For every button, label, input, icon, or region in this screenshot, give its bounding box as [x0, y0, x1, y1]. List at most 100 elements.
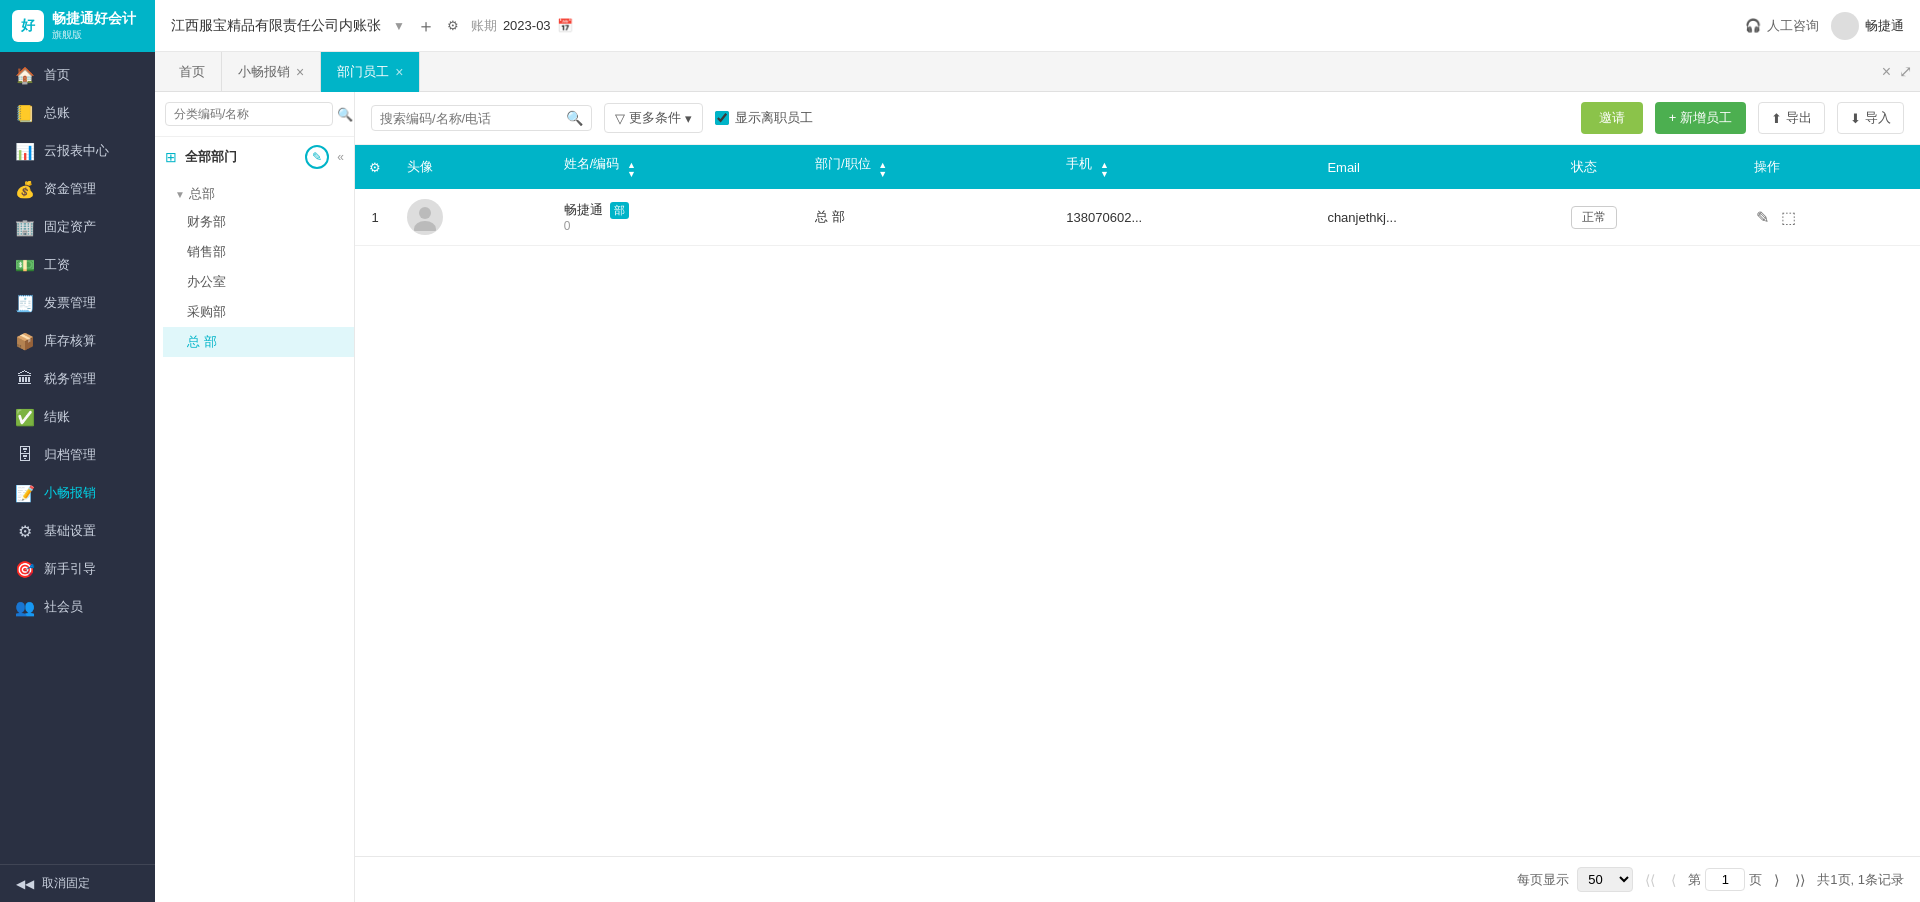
- sidebar-item-tax[interactable]: 🏛 税务管理: [0, 360, 155, 398]
- sidebar-item-guide[interactable]: 🎯 新手引导: [0, 550, 155, 588]
- tabs-right-actions: × ⤢: [1882, 62, 1912, 81]
- employee-search-box: 🔍: [371, 105, 592, 131]
- guide-icon: 🎯: [16, 560, 34, 578]
- sidebar-item-settings[interactable]: ⚙ 基础设置: [0, 512, 155, 550]
- name-sort-icon[interactable]: ▲▼: [627, 161, 636, 179]
- support-button[interactable]: 🎧 人工咨询: [1745, 17, 1819, 35]
- department-panel: 🔍 ⊞ 全部部门 ✎ « ▼ 总部 财务部 销售部 办公室 采购部: [155, 92, 355, 902]
- export-button[interactable]: ⬆ 导出: [1758, 102, 1825, 134]
- invite-button[interactable]: 邀请: [1581, 102, 1643, 134]
- import-button[interactable]: ⬇ 导入: [1837, 102, 1904, 134]
- dept-search-input[interactable]: [165, 102, 333, 126]
- col-dept[interactable]: 部门/职位 ▲▼: [803, 145, 1054, 189]
- company-name[interactable]: 江西服宝精品有限责任公司内账张: [171, 17, 381, 35]
- sidebar-item-members[interactable]: 👥 社会员: [0, 588, 155, 626]
- export-icon: ⬆: [1771, 111, 1782, 126]
- period-display: 账期 2023-03 📅: [471, 17, 573, 35]
- col-phone[interactable]: 手机 ▲▼: [1054, 145, 1315, 189]
- user-menu[interactable]: 畅捷通: [1831, 12, 1904, 40]
- page-input-group: 第 页: [1688, 868, 1762, 891]
- company-dropdown-icon[interactable]: ▼: [393, 19, 405, 33]
- svg-point-0: [419, 207, 431, 219]
- prev-page-button[interactable]: ⟨: [1667, 870, 1680, 890]
- dept-item-office[interactable]: 办公室: [163, 267, 354, 297]
- dept-item-general[interactable]: 总 部: [163, 327, 354, 357]
- all-departments-header[interactable]: ⊞ 全部部门 ✎ «: [155, 137, 354, 177]
- first-page-button[interactable]: ⟨⟨: [1641, 870, 1659, 890]
- filter-icon: ▽: [615, 111, 625, 126]
- status-badge: 正常: [1571, 206, 1617, 229]
- row-name-cell: 畅捷通 部 0: [552, 189, 803, 246]
- dept-sort-icon[interactable]: ▲▼: [878, 161, 887, 179]
- more-conditions-button[interactable]: ▽ 更多条件 ▾: [604, 103, 703, 133]
- app-logo-icon: 好: [12, 10, 44, 42]
- sidebar-nav: 🏠 首页 📒 总账 📊 云报表中心 💰 资金管理 🏢 固定资产 💵 工资 🧾 发…: [0, 52, 155, 864]
- dept-item-purchase[interactable]: 采购部: [163, 297, 354, 327]
- tab-expense-close-icon[interactable]: ×: [296, 64, 304, 80]
- employee-search-input[interactable]: [380, 111, 560, 126]
- sidebar-item-label: 库存核算: [44, 332, 96, 350]
- row-action-buttons: ✎ ⬚: [1754, 206, 1908, 229]
- payroll-icon: 💵: [16, 256, 34, 274]
- tab-dept-employee[interactable]: 部门员工 ×: [321, 52, 420, 92]
- sidebar-item-label: 社会员: [44, 598, 83, 616]
- sidebar-item-expense[interactable]: 📝 小畅报销: [0, 474, 155, 512]
- row-phone-cell: 138070602...: [1054, 189, 1315, 246]
- dept-group-label[interactable]: ▼ 总部: [163, 181, 354, 207]
- sidebar-item-label: 新手引导: [44, 560, 96, 578]
- sidebar-item-archive[interactable]: 🗄 归档管理: [0, 436, 155, 474]
- sidebar-unpin-button[interactable]: ◀◀ 取消固定: [0, 864, 155, 902]
- last-page-button[interactable]: ⟩⟩: [1791, 870, 1809, 890]
- phone-sort-icon[interactable]: ▲▼: [1100, 161, 1109, 179]
- col-settings[interactable]: ⚙: [355, 145, 395, 189]
- row-email-cell: chanjethkj...: [1315, 189, 1559, 246]
- sidebar-item-ledger[interactable]: 📒 总账: [0, 94, 155, 132]
- edit-employee-button[interactable]: ✎: [1754, 206, 1771, 229]
- col-name[interactable]: 姓名/编码 ▲▼: [552, 145, 803, 189]
- dept-edit-button[interactable]: ✎: [305, 145, 329, 169]
- employee-toolbar: 🔍 ▽ 更多条件 ▾ 显示离职员工 邀请 + 新增员工 ⬆ 导出: [355, 92, 1920, 145]
- assets-icon: 🏢: [16, 218, 34, 236]
- sidebar-item-funds[interactable]: 💰 资金管理: [0, 170, 155, 208]
- settings-icon: ⚙: [16, 522, 34, 540]
- show-resigned-label[interactable]: 显示离职员工: [715, 109, 813, 127]
- add-tab-button[interactable]: ＋: [417, 14, 435, 38]
- tab-expense[interactable]: 小畅报销 ×: [222, 52, 321, 92]
- sidebar-item-closing[interactable]: ✅ 结账: [0, 398, 155, 436]
- tab-expand-button[interactable]: ⤢: [1899, 62, 1912, 81]
- sidebar-item-label: 小畅报销: [44, 484, 96, 502]
- page-size-select[interactable]: 50 10 20 100: [1577, 867, 1633, 892]
- add-employee-button[interactable]: + 新增员工: [1655, 102, 1746, 134]
- sidebar-item-inventory[interactable]: 📦 库存核算: [0, 322, 155, 360]
- tab-home[interactable]: 首页: [163, 52, 222, 92]
- sidebar-item-invoice[interactable]: 🧾 发票管理: [0, 284, 155, 322]
- show-resigned-checkbox[interactable]: [715, 111, 729, 125]
- dept-item-sales[interactable]: 销售部: [163, 237, 354, 267]
- sidebar-item-home[interactable]: 🏠 首页: [0, 56, 155, 94]
- table-header: ⚙ 头像 姓名/编码 ▲▼ 部门/职位 ▲▼ 手机: [355, 145, 1920, 189]
- tab-dept-close-icon[interactable]: ×: [395, 64, 403, 80]
- dept-collapse-icon[interactable]: «: [337, 150, 344, 164]
- dept-badge: 部: [610, 202, 629, 219]
- topbar-settings-icon[interactable]: ⚙: [447, 18, 459, 33]
- tab-close-all-button[interactable]: ×: [1882, 62, 1891, 81]
- sidebar-item-payroll[interactable]: 💵 工资: [0, 246, 155, 284]
- calendar-icon[interactable]: 📅: [557, 18, 573, 33]
- dept-search-icon[interactable]: 🔍: [337, 107, 353, 122]
- members-icon: 👥: [16, 598, 34, 616]
- chevron-down-icon: ▾: [685, 111, 692, 126]
- dept-tree: ▼ 总部 财务部 销售部 办公室 采购部 总 部: [155, 177, 354, 902]
- sidebar-item-label: 固定资产: [44, 218, 96, 236]
- next-page-button[interactable]: ⟩: [1770, 870, 1783, 890]
- sidebar-item-reports[interactable]: 📊 云报表中心: [0, 132, 155, 170]
- ledger-icon: 📒: [16, 104, 34, 122]
- page-number-input[interactable]: [1705, 868, 1745, 891]
- delete-employee-button[interactable]: ⬚: [1779, 206, 1798, 229]
- pin-icon: ◀◀: [16, 877, 34, 891]
- sidebar-item-label: 资金管理: [44, 180, 96, 198]
- dept-item-finance[interactable]: 财务部: [163, 207, 354, 237]
- search-icon[interactable]: 🔍: [566, 110, 583, 126]
- sidebar-item-assets[interactable]: 🏢 固定资产: [0, 208, 155, 246]
- avatar-placeholder-icon: [411, 203, 439, 231]
- employee-table-body: 1 畅捷通: [355, 189, 1920, 246]
